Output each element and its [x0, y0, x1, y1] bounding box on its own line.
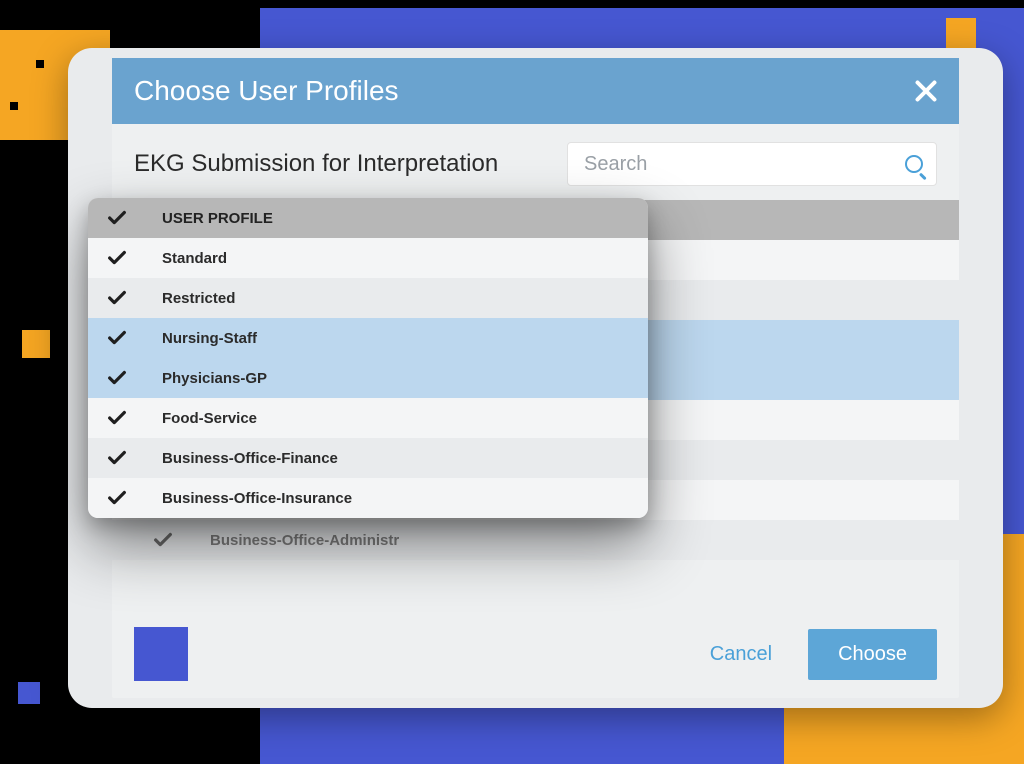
search-wrap — [567, 142, 937, 186]
profile-popover: USER PROFILE Standard Restricted Nursing… — [88, 198, 648, 518]
check-icon — [106, 487, 128, 509]
search-icon[interactable] — [905, 155, 923, 173]
dialog: Choose User Profiles EKG Submission for … — [112, 58, 959, 698]
check-icon — [106, 407, 128, 429]
dialog-subheader: EKG Submission for Interpretation — [112, 124, 959, 200]
check-icon — [152, 529, 174, 551]
search-input[interactable] — [567, 142, 937, 186]
popover-item-label: Food-Service — [162, 410, 257, 427]
check-icon — [106, 287, 128, 309]
popover-item-label: Nursing-Staff — [162, 330, 257, 347]
popover-item-label: Standard — [162, 250, 227, 267]
close-icon[interactable] — [913, 79, 937, 103]
choose-button[interactable]: Choose — [808, 629, 937, 680]
check-icon — [106, 367, 128, 389]
cancel-button[interactable]: Cancel — [690, 631, 792, 678]
popover-item-standard[interactable]: Standard — [88, 238, 648, 278]
tablet-frame: Choose User Profiles EKG Submission for … — [68, 48, 1003, 708]
popover-header: USER PROFILE — [88, 198, 648, 238]
check-icon — [106, 247, 128, 269]
popover-item-business-insurance[interactable]: Business-Office-Insurance — [88, 478, 648, 518]
list-item-label: Business-Office-Administr — [210, 532, 399, 549]
popover-item-label: Business-Office-Finance — [162, 450, 338, 467]
popover-item-label: Restricted — [162, 290, 235, 307]
popover-item-food-service[interactable]: Food-Service — [88, 398, 648, 438]
check-icon — [106, 447, 128, 469]
popover-item-nursing-staff[interactable]: Nursing-Staff — [88, 318, 648, 358]
footer-decor-block — [134, 627, 188, 681]
bg-shape — [22, 330, 50, 358]
check-icon — [106, 207, 128, 229]
popover-header-label: USER PROFILE — [162, 210, 273, 227]
popover-item-label: Business-Office-Insurance — [162, 490, 352, 507]
popover-item-restricted[interactable]: Restricted — [88, 278, 648, 318]
bg-shape — [946, 18, 976, 48]
dialog-title: Choose User Profiles — [134, 75, 399, 107]
popover-item-label: Physicians-GP — [162, 370, 267, 387]
bg-dot — [36, 60, 44, 68]
list-row-bg: Business-Office-Administr — [112, 520, 959, 560]
page-subtitle: EKG Submission for Interpretation — [134, 150, 498, 178]
popover-item-business-finance[interactable]: Business-Office-Finance — [88, 438, 648, 478]
check-icon — [106, 327, 128, 349]
dialog-footer: Cancel Choose — [112, 610, 959, 698]
bg-dot — [10, 102, 18, 110]
dialog-header: Choose User Profiles — [112, 58, 959, 124]
bg-shape — [18, 682, 40, 704]
popover-item-physicians-gp[interactable]: Physicians-GP — [88, 358, 648, 398]
